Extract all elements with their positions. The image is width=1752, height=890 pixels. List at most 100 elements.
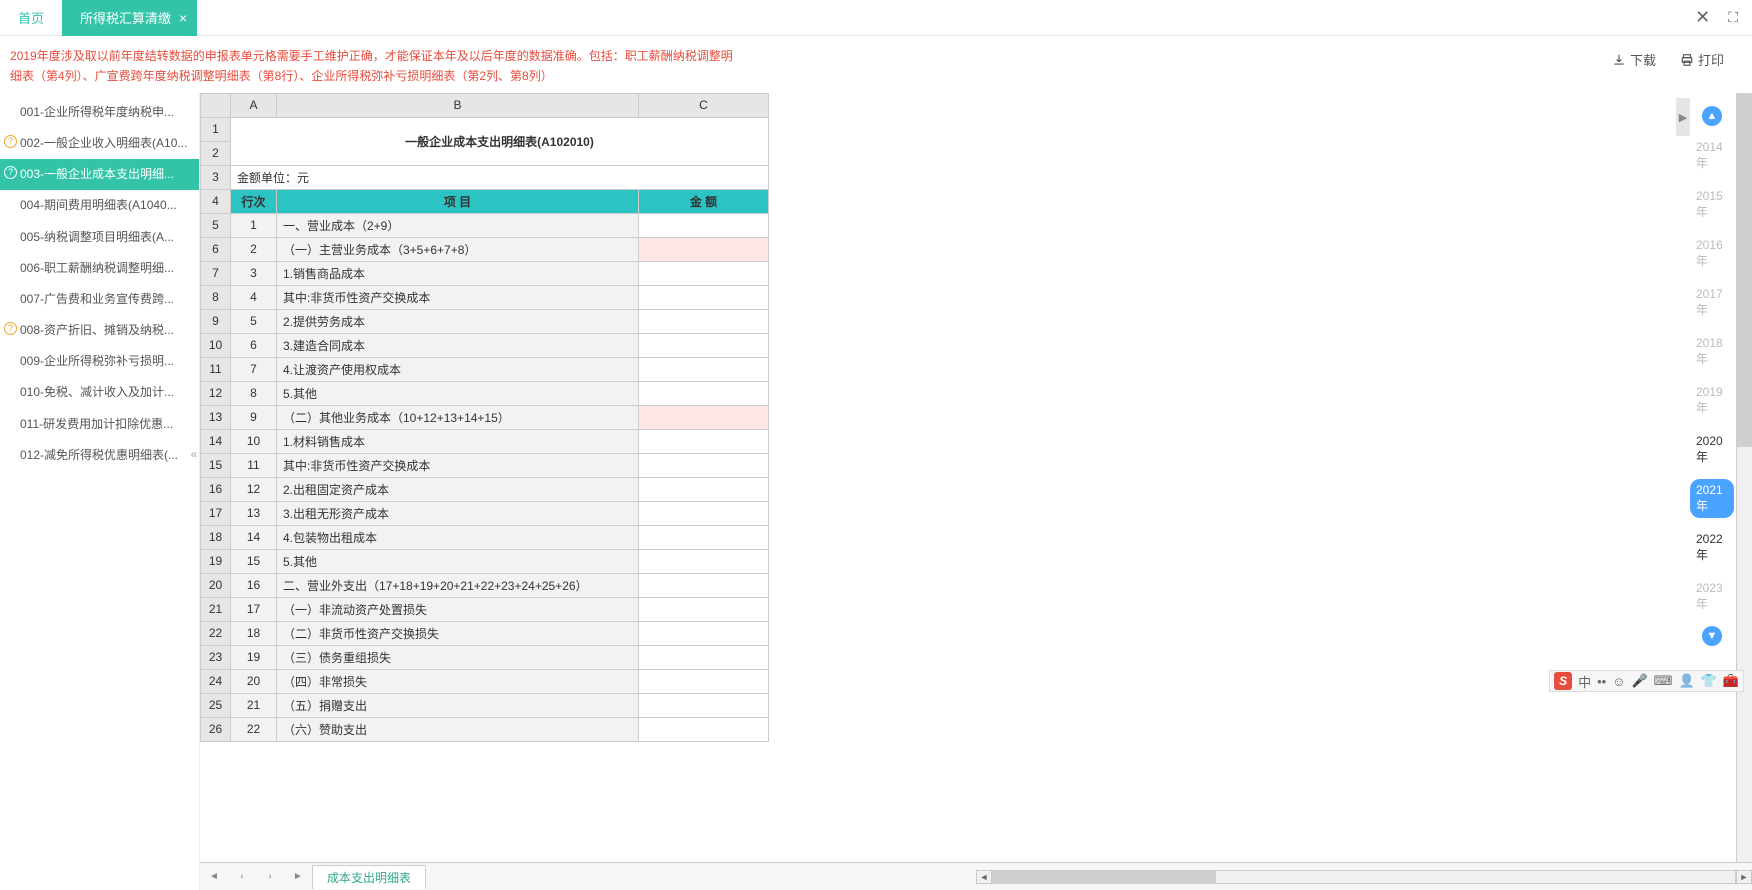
- spreadsheet[interactable]: ABC1一般企业成本支出明细表(A102010)23金额单位：元4行次项 目金 …: [200, 93, 769, 742]
- nav-item[interactable]: 005-纳税调整项目明细表(A...: [0, 222, 199, 253]
- amount-cell[interactable]: [639, 717, 769, 741]
- nav-item[interactable]: 006-职工薪酬纳税调整明细...: [0, 253, 199, 284]
- cell[interactable]: 12: [201, 381, 231, 405]
- cell[interactable]: 20: [231, 669, 277, 693]
- year-option[interactable]: 2014年: [1690, 136, 1734, 175]
- amount-cell[interactable]: [639, 597, 769, 621]
- item-cell[interactable]: 5.其他: [277, 549, 639, 573]
- cell[interactable]: 23: [201, 645, 231, 669]
- ime-skin-icon[interactable]: 👕: [1701, 673, 1717, 689]
- cell[interactable]: 24: [201, 669, 231, 693]
- amount-cell[interactable]: [639, 309, 769, 333]
- amount-cell[interactable]: [639, 261, 769, 285]
- year-option[interactable]: 2020年: [1690, 430, 1734, 469]
- ime-toolbar[interactable]: S 中 •• ☺ 🎤 ⌨ 👤 👕 🧰: [1549, 670, 1744, 692]
- amount-cell[interactable]: [639, 381, 769, 405]
- item-cell[interactable]: 1.材料销售成本: [277, 429, 639, 453]
- nav-item[interactable]: 004-期间费用明细表(A1040...: [0, 190, 199, 221]
- cell[interactable]: 11: [231, 453, 277, 477]
- item-cell[interactable]: （一）主营业务成本（3+5+6+7+8）: [277, 237, 639, 261]
- amount-cell[interactable]: [639, 237, 769, 261]
- year-option[interactable]: 2015年: [1690, 185, 1734, 224]
- cell[interactable]: 26: [201, 717, 231, 741]
- item-cell[interactable]: （三）债务重组损失: [277, 645, 639, 669]
- cell[interactable]: C: [639, 93, 769, 117]
- close-icon[interactable]: ×: [179, 10, 187, 26]
- cell[interactable]: 18: [231, 621, 277, 645]
- item-cell[interactable]: 3.建造合同成本: [277, 333, 639, 357]
- cell[interactable]: 10: [201, 333, 231, 357]
- ime-keyboard-icon[interactable]: ⌨: [1654, 673, 1673, 689]
- cell[interactable]: 16: [231, 573, 277, 597]
- download-button[interactable]: 下载: [1612, 50, 1656, 69]
- cell[interactable]: 7: [201, 261, 231, 285]
- item-cell[interactable]: 2.提供劳务成本: [277, 309, 639, 333]
- cell[interactable]: 项 目: [277, 189, 639, 213]
- cell[interactable]: 9: [201, 309, 231, 333]
- cell[interactable]: 4: [201, 189, 231, 213]
- cell[interactable]: 19: [231, 645, 277, 669]
- item-cell[interactable]: 4.包装物出租成本: [277, 525, 639, 549]
- year-option[interactable]: 2021年: [1690, 479, 1734, 518]
- scroll-down-icon[interactable]: ▼: [1702, 626, 1722, 646]
- cell[interactable]: 8: [231, 381, 277, 405]
- cell[interactable]: 2: [201, 141, 231, 165]
- nav-item[interactable]: 009-企业所得税弥补亏损明...: [0, 346, 199, 377]
- year-option[interactable]: 2018年: [1690, 332, 1734, 371]
- item-cell[interactable]: （一）非流动资产处置损失: [277, 597, 639, 621]
- cell[interactable]: 5: [231, 309, 277, 333]
- cell[interactable]: 14: [231, 525, 277, 549]
- item-cell[interactable]: 3.出租无形资产成本: [277, 501, 639, 525]
- cell[interactable]: 17: [201, 501, 231, 525]
- tab-tax-settlement[interactable]: 所得税汇算清缴 ×: [62, 0, 197, 36]
- amount-cell[interactable]: [639, 477, 769, 501]
- cell[interactable]: 行次: [231, 189, 277, 213]
- nav-item[interactable]: ?002-一般企业收入明细表(A10...: [0, 128, 199, 159]
- item-cell[interactable]: 一、营业成本（2+9）: [277, 213, 639, 237]
- sheet-nav-prev-icon[interactable]: ‹: [228, 871, 256, 882]
- cell[interactable]: 4: [231, 285, 277, 309]
- cell[interactable]: 10: [231, 429, 277, 453]
- amount-cell[interactable]: [639, 573, 769, 597]
- nav-item[interactable]: 001-企业所得税年度纳税申...: [0, 97, 199, 128]
- cell[interactable]: A: [231, 93, 277, 117]
- ime-mic-icon[interactable]: 🎤: [1631, 673, 1647, 689]
- cell[interactable]: 6: [231, 333, 277, 357]
- cell[interactable]: 19: [201, 549, 231, 573]
- vertical-scrollbar[interactable]: [1736, 93, 1752, 862]
- scroll-up-icon[interactable]: ▲: [1702, 106, 1722, 126]
- year-option[interactable]: 2023年: [1690, 577, 1734, 616]
- nav-item[interactable]: 011-研发费用加计扣除优惠...: [0, 409, 199, 440]
- cell[interactable]: 3: [201, 165, 231, 189]
- cell[interactable]: 11: [201, 357, 231, 381]
- nav-item[interactable]: 007-广告费和业务宣传费跨...: [0, 284, 199, 315]
- ime-emoji-icon[interactable]: ☺: [1612, 674, 1625, 689]
- cell[interactable]: 13: [201, 405, 231, 429]
- item-cell[interactable]: （二）非货币性资产交换损失: [277, 621, 639, 645]
- nav-item[interactable]: ?008-资产折旧、摊销及纳税...: [0, 315, 199, 346]
- cell[interactable]: 14: [201, 429, 231, 453]
- cell[interactable]: 15: [231, 549, 277, 573]
- sheet-nav-first-icon[interactable]: ◄: [200, 871, 228, 882]
- cell[interactable]: 1: [231, 213, 277, 237]
- expand-right-icon[interactable]: ▶: [1676, 98, 1690, 136]
- amount-cell[interactable]: [639, 357, 769, 381]
- amount-cell[interactable]: [639, 621, 769, 645]
- cell[interactable]: 2: [231, 237, 277, 261]
- horizontal-scrollbar[interactable]: ◄►: [976, 870, 1752, 884]
- amount-cell[interactable]: [639, 549, 769, 573]
- sheet-nav-next-icon[interactable]: ›: [256, 871, 284, 882]
- item-cell[interactable]: 其中:非货币性资产交换成本: [277, 285, 639, 309]
- close-window-icon[interactable]: ✕: [1695, 7, 1710, 28]
- cell[interactable]: 7: [231, 357, 277, 381]
- cell[interactable]: 9: [231, 405, 277, 429]
- year-option[interactable]: 2022年: [1690, 528, 1734, 567]
- amount-cell[interactable]: [639, 645, 769, 669]
- cell[interactable]: 1: [201, 117, 231, 141]
- item-cell[interactable]: 2.出租固定资产成本: [277, 477, 639, 501]
- amount-cell[interactable]: [639, 429, 769, 453]
- cell[interactable]: [201, 93, 231, 117]
- amount-cell[interactable]: [639, 285, 769, 309]
- nav-item[interactable]: ?003-一般企业成本支出明细...: [0, 159, 199, 190]
- item-cell[interactable]: 二、营业外支出（17+18+19+20+21+22+23+24+25+26）: [277, 573, 639, 597]
